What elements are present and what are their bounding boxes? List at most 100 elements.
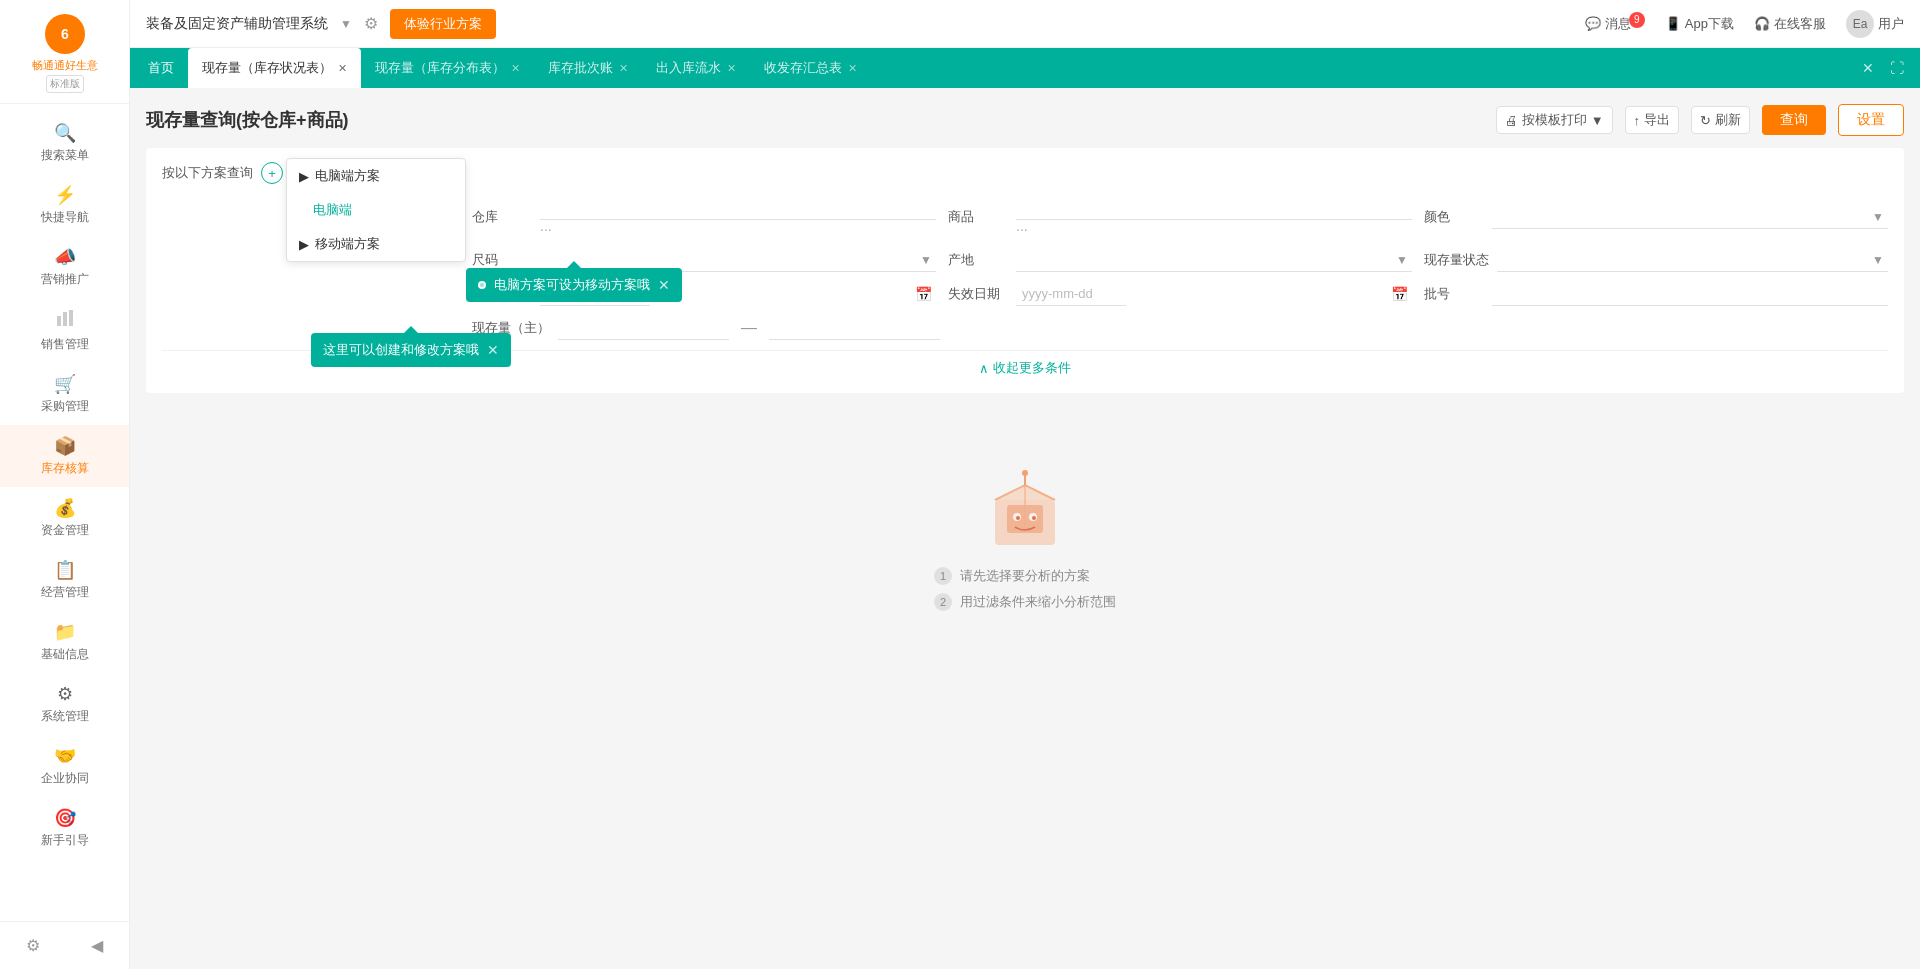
empty-illustration bbox=[975, 465, 1075, 555]
sidebar-item-sales[interactable]: 销售管理 bbox=[0, 298, 129, 363]
tab-inventory-dist-close[interactable]: ✕ bbox=[511, 62, 520, 75]
refresh-icon: ↻ bbox=[1700, 113, 1711, 128]
message-btn[interactable]: 💬 消息 9 bbox=[1585, 15, 1645, 33]
scheme-list: ▶ 电脑端方案 电脑端 ▶ 移动端方案 bbox=[286, 158, 466, 262]
settings-bottom-btn[interactable]: ⚙ bbox=[22, 932, 44, 959]
industry-plan-btn[interactable]: 体验行业方案 bbox=[390, 9, 496, 39]
purchase-icon: 🛒 bbox=[54, 373, 76, 395]
filter-field-origin: 产地 ▼ bbox=[948, 248, 1412, 272]
scheme-desktop-label: 电脑端方案 bbox=[315, 167, 380, 185]
scheme-desktop-group[interactable]: ▶ 电脑端方案 bbox=[287, 159, 465, 193]
scheme-mobile-label: 移动端方案 bbox=[315, 235, 380, 253]
range-dash: — bbox=[737, 319, 761, 337]
sidebar-item-guide[interactable]: 🎯 新手引导 bbox=[0, 797, 129, 859]
sidebar-item-label: 企业协同 bbox=[41, 770, 89, 787]
stock-qty-max[interactable] bbox=[769, 316, 940, 340]
warehouse-input[interactable] bbox=[540, 196, 936, 220]
tab-inventory-status-close[interactable]: ✕ bbox=[338, 62, 347, 75]
svg-rect-4 bbox=[69, 310, 73, 326]
guide-icon: 🎯 bbox=[54, 807, 76, 829]
warehouse-input-wrap: ··· bbox=[540, 196, 936, 238]
collapse-sidebar-btn[interactable]: ◀ bbox=[87, 932, 107, 959]
online-support-btn[interactable]: 🎧 在线客服 bbox=[1754, 15, 1826, 33]
logo-text: 畅通通好生意 bbox=[32, 58, 98, 73]
sidebar-logo: 6 畅通通好生意 标准版 bbox=[0, 0, 129, 104]
warehouse-label: 仓库 bbox=[472, 208, 532, 226]
refresh-btn[interactable]: ↻ 刷新 bbox=[1691, 106, 1750, 134]
operation-icon: 📋 bbox=[54, 559, 76, 581]
stock-qty-min[interactable] bbox=[558, 316, 729, 340]
app-download-btn[interactable]: 📱 App下载 bbox=[1665, 15, 1734, 33]
query-btn[interactable]: 查询 bbox=[1762, 105, 1826, 135]
refresh-label: 刷新 bbox=[1715, 111, 1741, 129]
sidebar-item-search[interactable]: 🔍 搜索菜单 bbox=[0, 112, 129, 174]
user-area[interactable]: Ea 用户 bbox=[1846, 10, 1904, 38]
export-icon: ↑ bbox=[1634, 113, 1641, 128]
tab-inout-flow-close[interactable]: ✕ bbox=[727, 62, 736, 75]
inventory-icon: 📦 bbox=[54, 435, 76, 457]
sidebar-item-purchase[interactable]: 🛒 采购管理 bbox=[0, 363, 129, 425]
export-btn[interactable]: ↑ 导出 bbox=[1625, 106, 1680, 134]
tab-home[interactable]: 首页 bbox=[134, 48, 188, 88]
tab-batch-account[interactable]: 库存批次账 ✕ bbox=[534, 48, 642, 88]
empty-tip-1: 1 请先选择要分析的方案 bbox=[934, 567, 1116, 585]
size-label: 尺码 bbox=[472, 251, 532, 269]
color-label: 颜色 bbox=[1424, 208, 1484, 226]
tab-batch-account-close[interactable]: ✕ bbox=[619, 62, 628, 75]
online-support-label: 在线客服 bbox=[1774, 15, 1826, 33]
svg-rect-6 bbox=[1007, 505, 1043, 533]
sidebar-item-inventory[interactable]: 📦 库存核算 bbox=[0, 425, 129, 487]
topbar-settings-icon[interactable]: ⚙ bbox=[364, 14, 378, 33]
svg-point-12 bbox=[1022, 470, 1028, 476]
sidebar-item-base[interactable]: 📁 基础信息 bbox=[0, 611, 129, 673]
topbar-right: 💬 消息 9 📱 App下载 🎧 在线客服 Ea 用户 bbox=[1585, 10, 1904, 38]
sidebar-item-quicknav[interactable]: ⚡ 快捷导航 bbox=[0, 174, 129, 236]
goods-more-icon: ··· bbox=[1016, 221, 1028, 237]
origin-input[interactable] bbox=[1016, 248, 1412, 272]
topbar-left: 装备及固定资产辅助管理系统 ▼ ⚙ 体验行业方案 bbox=[146, 9, 496, 39]
filter-field-goods: 商品 ··· bbox=[948, 196, 1412, 238]
sidebar-item-marketing[interactable]: 📣 营销推广 bbox=[0, 236, 129, 298]
tab-inout-flow-label: 出入库流水 bbox=[656, 59, 721, 77]
filter-row-1: 仓库 ··· 商品 ··· 颜色 bbox=[472, 196, 1888, 238]
tab-inventory-status[interactable]: 现存量（库存状况表） ✕ bbox=[188, 48, 361, 88]
page-header: 现存量查询(按仓库+商品) 🖨 按模板打印 ▼ ↑ 导出 ↻ 刷新 查询 设置 bbox=[146, 104, 1904, 136]
sidebar-item-system[interactable]: ⚙ 系统管理 bbox=[0, 673, 129, 735]
tabbar-close-btn[interactable]: ✕ bbox=[1858, 58, 1878, 78]
sidebar-item-operation[interactable]: 📋 经营管理 bbox=[0, 549, 129, 611]
tab-inventory-dist-label: 现存量（库存分布表） bbox=[375, 59, 505, 77]
calendar-icon-produce[interactable]: 📅 bbox=[915, 286, 932, 302]
marketing-icon: 📣 bbox=[54, 246, 76, 268]
tooltip2-close-btn[interactable]: ✕ bbox=[487, 342, 499, 358]
message-icon: 💬 bbox=[1585, 16, 1601, 31]
filter-field-expire-date: 失效日期 📅 bbox=[948, 282, 1412, 306]
goods-input[interactable] bbox=[1016, 196, 1412, 220]
sidebar-item-label: 库存核算 bbox=[41, 460, 89, 477]
settings-query-btn[interactable]: 设置 bbox=[1838, 104, 1904, 136]
sidebar-item-label: 采购管理 bbox=[41, 398, 89, 415]
tab-inout-flow[interactable]: 出入库流水 ✕ bbox=[642, 48, 750, 88]
tip-num-1: 1 bbox=[934, 567, 952, 585]
tab-summary-close[interactable]: ✕ bbox=[848, 62, 857, 75]
svg-point-9 bbox=[1016, 516, 1020, 520]
batch-input[interactable] bbox=[1492, 282, 1888, 306]
sidebar-item-finance[interactable]: 💰 资金管理 bbox=[0, 487, 129, 549]
phone-icon: 📱 bbox=[1665, 16, 1681, 31]
page-actions: 🖨 按模板打印 ▼ ↑ 导出 ↻ 刷新 查询 设置 bbox=[1496, 104, 1904, 136]
svg-text:6: 6 bbox=[61, 26, 69, 42]
print-template-btn[interactable]: 🖨 按模板打印 ▼ bbox=[1496, 106, 1613, 134]
color-input[interactable] bbox=[1492, 205, 1888, 229]
tooltip1-close-btn[interactable]: ✕ bbox=[658, 277, 670, 293]
logo-icon: 6 bbox=[45, 14, 85, 54]
scheme-desktop-item[interactable]: 电脑端 bbox=[287, 193, 465, 227]
tab-summary[interactable]: 收发存汇总表 ✕ bbox=[750, 48, 871, 88]
scheme-mobile-group[interactable]: ▶ 移动端方案 bbox=[287, 227, 465, 261]
stock-status-input[interactable] bbox=[1497, 248, 1888, 272]
expire-date-start[interactable] bbox=[1016, 282, 1126, 306]
tab-inventory-dist[interactable]: 现存量（库存分布表） ✕ bbox=[361, 48, 534, 88]
tabbar-maximize-btn[interactable]: ⛶ bbox=[1886, 58, 1908, 78]
empty-tips: 1 请先选择要分析的方案 2 用过滤条件来缩小分析范围 bbox=[934, 567, 1116, 611]
sidebar-item-enterprise[interactable]: 🤝 企业协同 bbox=[0, 735, 129, 797]
add-scheme-btn[interactable]: + bbox=[261, 162, 283, 184]
calendar-icon-expire[interactable]: 📅 bbox=[1391, 286, 1408, 302]
